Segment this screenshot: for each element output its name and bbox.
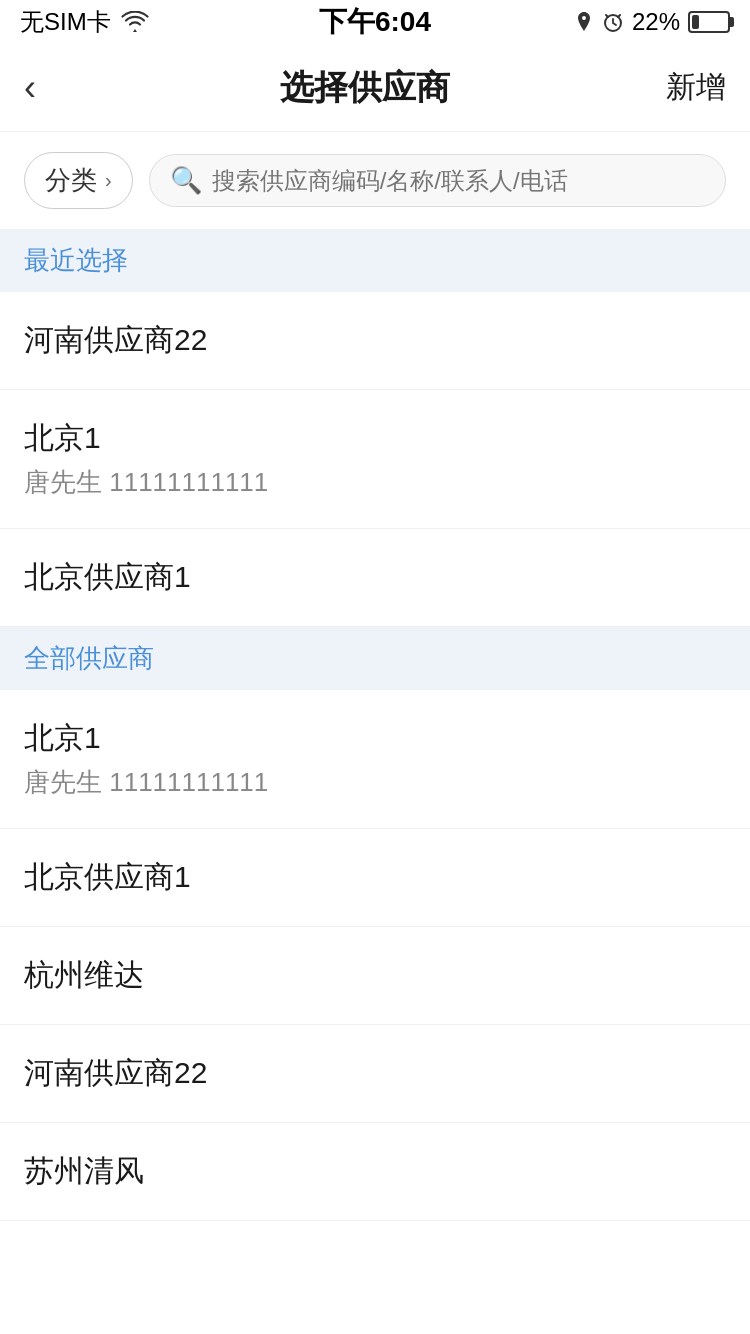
list-item[interactable]: 杭州维达 <box>0 927 750 1025</box>
nav-bar: ‹ 选择供应商 新增 <box>0 44 750 132</box>
filter-bar: 分类 › 🔍 <box>0 132 750 229</box>
status-carrier: 无SIM卡 <box>20 6 149 38</box>
recent-section-header: 最近选择 <box>0 229 750 292</box>
list-item[interactable]: 北京1 唐先生 11111111111 <box>0 390 750 529</box>
all-section-header: 全部供应商 <box>0 627 750 690</box>
list-item[interactable]: 北京1 唐先生 11111111111 <box>0 690 750 829</box>
location-icon <box>574 11 594 33</box>
category-label: 分类 <box>45 163 97 198</box>
item-name: 苏州清风 <box>24 1151 726 1192</box>
wifi-icon <box>121 11 149 33</box>
all-section-label: 全部供应商 <box>24 643 154 673</box>
battery-percent: 22% <box>632 8 680 36</box>
list-item[interactable]: 苏州清风 <box>0 1123 750 1221</box>
recent-items-list: 河南供应商22 北京1 唐先生 11111111111 北京供应商1 <box>0 292 750 627</box>
item-name: 河南供应商22 <box>24 1053 726 1094</box>
status-bar: 无SIM卡 下午6:04 22% <box>0 0 750 44</box>
recent-section-label: 最近选择 <box>24 245 128 275</box>
list-item[interactable]: 北京供应商1 <box>0 829 750 927</box>
alarm-icon <box>602 11 624 33</box>
chevron-right-icon: › <box>105 169 112 192</box>
status-right: 22% <box>574 8 730 36</box>
item-name: 杭州维达 <box>24 955 726 996</box>
item-name: 北京1 <box>24 718 726 759</box>
new-supplier-button[interactable]: 新增 <box>646 67 726 108</box>
item-name: 北京供应商1 <box>24 557 726 598</box>
category-filter-button[interactable]: 分类 › <box>24 152 133 209</box>
item-name: 北京供应商1 <box>24 857 726 898</box>
search-icon: 🔍 <box>170 165 202 196</box>
item-name: 河南供应商22 <box>24 320 726 361</box>
status-time: 下午6:04 <box>319 3 431 41</box>
list-item[interactable]: 北京供应商1 <box>0 529 750 627</box>
item-sub: 唐先生 11111111111 <box>24 765 726 800</box>
search-box[interactable]: 🔍 <box>149 154 726 207</box>
page-title: 选择供应商 <box>280 65 450 111</box>
search-input[interactable] <box>212 167 705 195</box>
battery-icon <box>688 11 730 33</box>
back-button[interactable]: ‹ <box>24 67 84 109</box>
item-sub: 唐先生 11111111111 <box>24 465 726 500</box>
list-item[interactable]: 河南供应商22 <box>0 292 750 390</box>
all-items-list: 北京1 唐先生 11111111111 北京供应商1 杭州维达河南供应商22 苏州清风 <box>0 690 750 1221</box>
item-name: 北京1 <box>24 418 726 459</box>
list-item[interactable]: 河南供应商22 <box>0 1025 750 1123</box>
